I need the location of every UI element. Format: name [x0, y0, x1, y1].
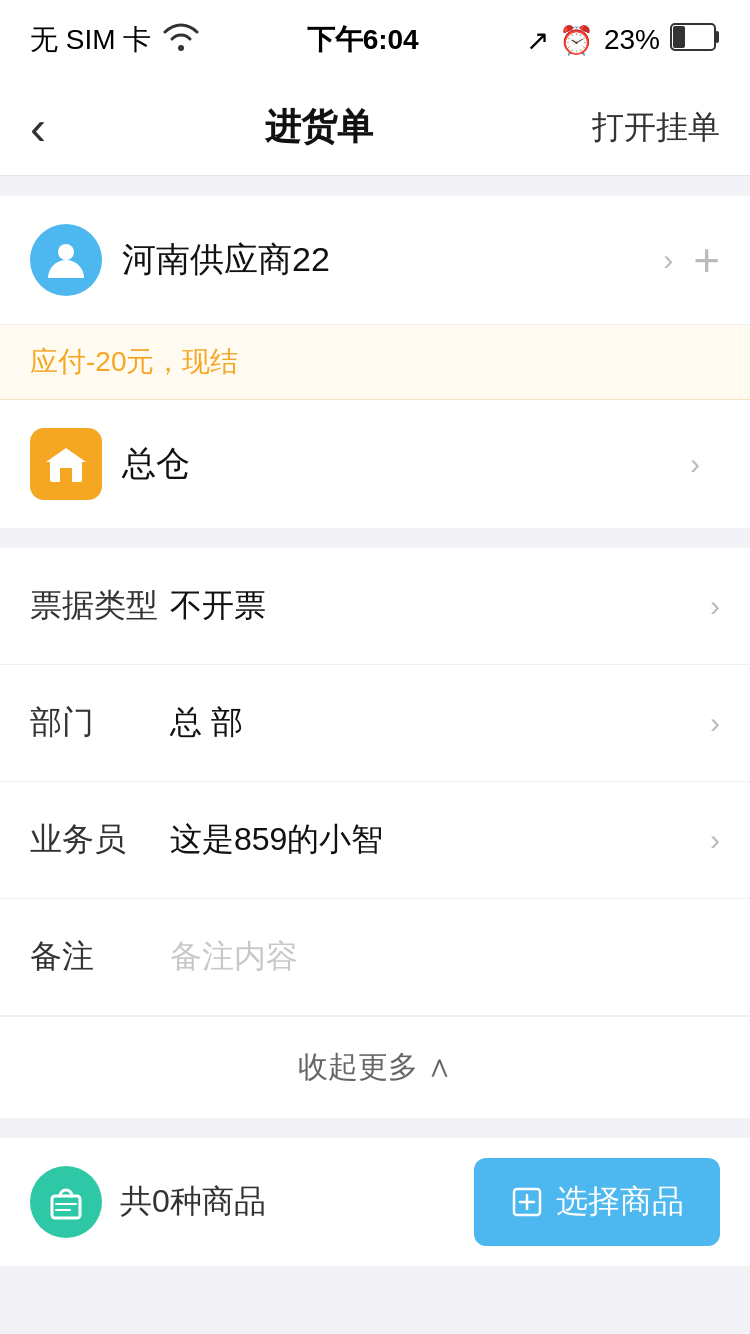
salesperson-value: 这是859的小智: [170, 818, 710, 862]
warehouse-chevron-icon: ›: [690, 447, 700, 481]
ticket-type-label: 票据类型: [30, 584, 170, 628]
location-icon: ↗: [526, 24, 549, 57]
page-title: 进货单: [265, 103, 373, 152]
department-chevron-icon: ›: [710, 706, 720, 740]
ticket-type-value: 不开票: [170, 584, 710, 628]
add-button[interactable]: +: [693, 233, 720, 287]
warning-banner: 应付-20元，现结: [0, 325, 750, 400]
shopping-bag-icon: [46, 1182, 86, 1222]
collapse-button[interactable]: 收起更多 ∧: [298, 1050, 451, 1083]
supplier-name: 河南供应商22: [122, 237, 663, 283]
svg-marker-5: [46, 448, 86, 462]
salesperson-label: 业务员: [30, 818, 170, 862]
back-button[interactable]: ‹: [30, 100, 46, 155]
supplier-avatar: [30, 224, 102, 296]
product-count-area: 共0种商品: [30, 1166, 266, 1238]
svg-rect-2: [673, 26, 685, 48]
ticket-type-chevron-icon: ›: [710, 589, 720, 623]
warehouse-name: 总仓: [122, 441, 690, 487]
status-bar: 无 SIM 卡 下午6:04 ↗ ⏰ 23%: [0, 0, 750, 80]
select-product-label: 选择商品: [556, 1180, 684, 1224]
warning-text: 应付-20元，现结: [30, 346, 238, 377]
warehouse-row[interactable]: 总仓 ›: [0, 400, 750, 528]
battery-text: 23%: [604, 24, 660, 56]
select-product-icon: [510, 1185, 544, 1219]
svg-rect-7: [52, 1196, 80, 1218]
battery-icon: [670, 23, 720, 58]
collapse-row: 收起更多 ∧: [0, 1016, 750, 1118]
warehouse-icon-bg: [30, 428, 102, 500]
department-value: 总 部: [170, 701, 710, 745]
remark-row[interactable]: 备注 备注内容: [0, 899, 750, 1016]
open-pending-button[interactable]: 打开挂单: [592, 106, 720, 150]
ticket-type-row[interactable]: 票据类型 不开票 ›: [0, 548, 750, 665]
salesperson-row[interactable]: 业务员 这是859的小智 ›: [0, 782, 750, 899]
supplier-chevron-icon: ›: [663, 243, 673, 277]
carrier-text: 无 SIM 卡: [30, 21, 151, 59]
form-section: 票据类型 不开票 › 部门 总 部 › 业务员 这是859的小智 › 备注 备注…: [0, 548, 750, 1118]
alarm-icon: ⏰: [559, 24, 594, 57]
page-background: [0, 1266, 750, 1334]
bottom-bar: 共0种商品 选择商品: [0, 1138, 750, 1266]
remark-label: 备注: [30, 935, 170, 979]
department-label: 部门: [30, 701, 170, 745]
supplier-card: 河南供应商22 › + 应付-20元，现结 总仓 ›: [0, 196, 750, 528]
wifi-icon: [163, 23, 199, 58]
department-row[interactable]: 部门 总 部 ›: [0, 665, 750, 782]
status-left: 无 SIM 卡: [30, 21, 199, 59]
svg-point-3: [58, 244, 74, 260]
nav-bar: ‹ 进货单 打开挂单: [0, 80, 750, 176]
select-product-button[interactable]: 选择商品: [474, 1158, 720, 1246]
warehouse-icon: [44, 442, 88, 486]
product-icon-bg: [30, 1166, 102, 1238]
section-divider-1: [0, 176, 750, 196]
svg-rect-6: [60, 468, 72, 482]
svg-rect-1: [715, 31, 719, 43]
time-display: 下午6:04: [307, 21, 419, 59]
remark-input[interactable]: 备注内容: [170, 935, 720, 979]
product-count-text: 共0种商品: [120, 1180, 266, 1224]
status-right: ↗ ⏰ 23%: [526, 23, 720, 58]
supplier-row[interactable]: 河南供应商22 › +: [0, 196, 750, 325]
person-icon: [44, 238, 88, 282]
salesperson-chevron-icon: ›: [710, 823, 720, 857]
